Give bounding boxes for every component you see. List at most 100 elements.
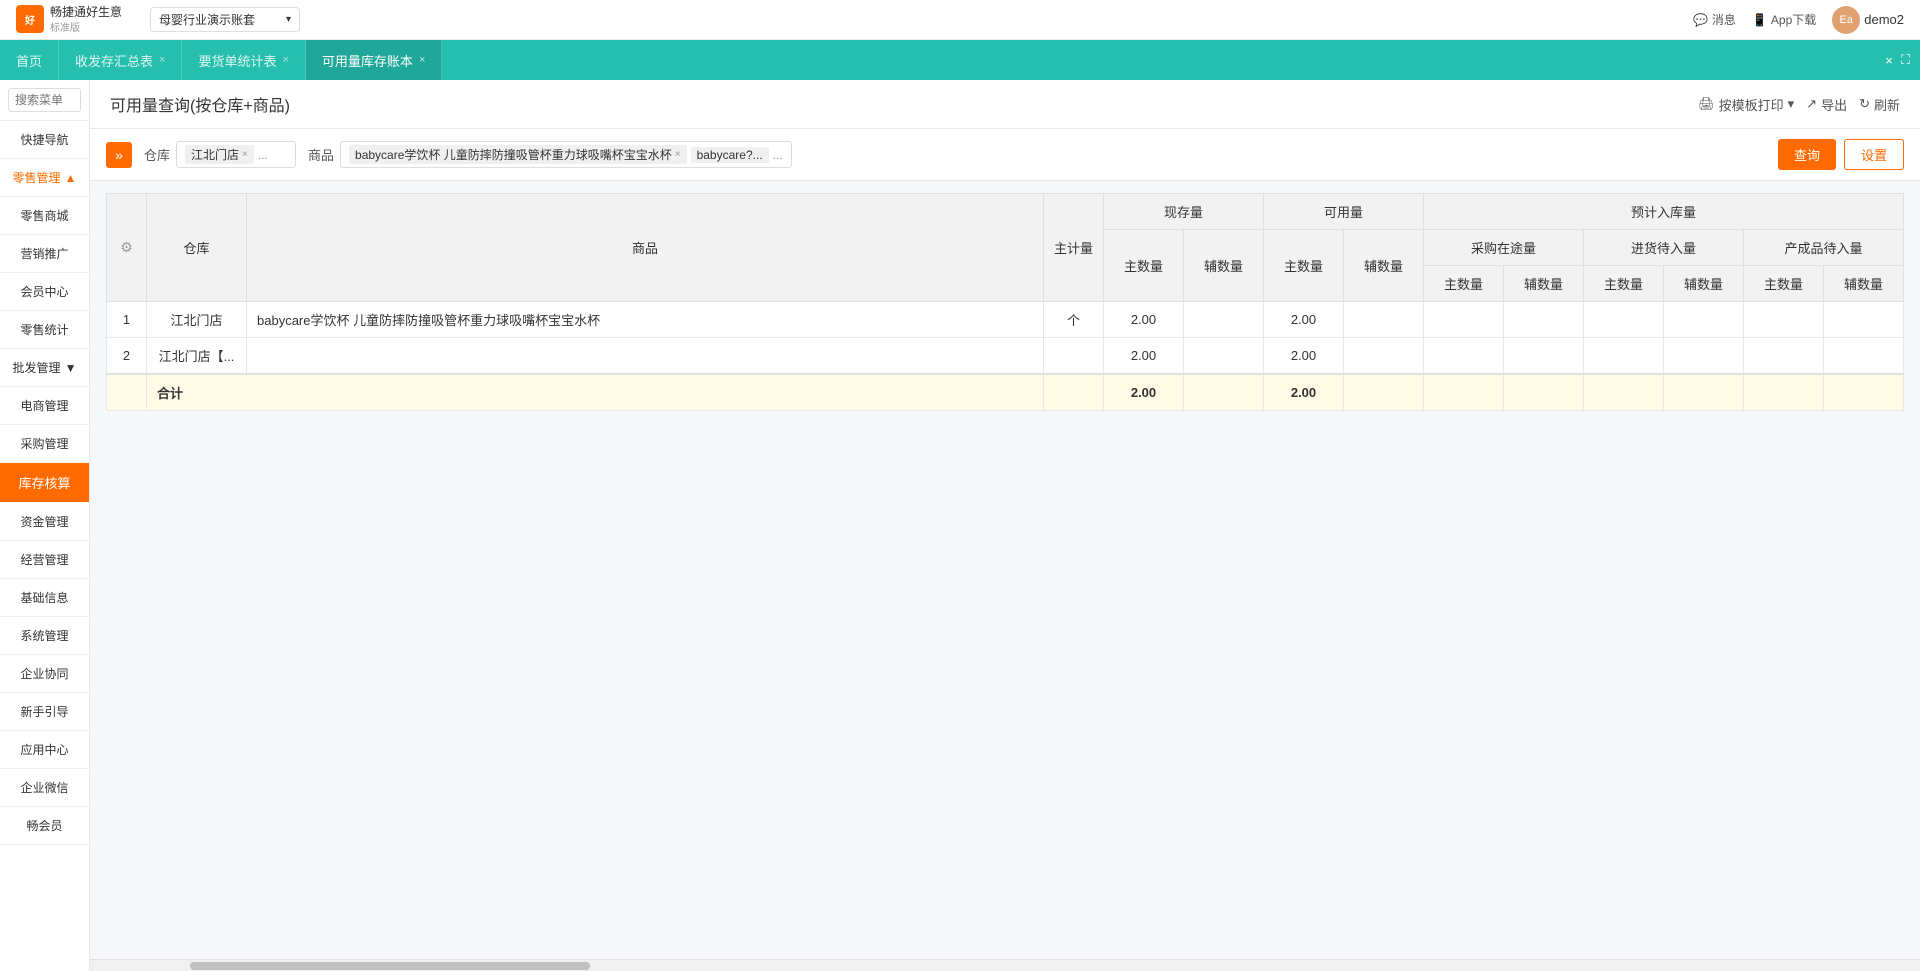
refresh-button[interactable]: ↻ 刷新 (1859, 95, 1900, 114)
chevron-down-icon: ▾ (1788, 96, 1795, 112)
footer-pur-transit-sub (1504, 374, 1584, 411)
sidebar-item-members-label: 会员中心 (20, 285, 68, 299)
cell-warehouse: 江北门店 (147, 302, 247, 338)
footer-avail-sub (1344, 374, 1424, 411)
sidebar-item-retail-mgmt[interactable]: 零售管理 ▲ (0, 159, 89, 197)
footer-empty-1 (107, 374, 147, 411)
cell-stock-main: 2.00 (1104, 302, 1184, 338)
org-selector[interactable]: 母婴行业演示账套 ▾ (150, 7, 300, 32)
th-fin-pending-sub: 辅数量 (1824, 266, 1904, 302)
sidebar-item-marketing[interactable]: 营销推广 (0, 235, 89, 273)
sidebar-item-newbie[interactable]: 新手引导 (0, 693, 89, 731)
sidebar-search-area (0, 80, 89, 121)
user-menu[interactable]: Ea demo2 (1832, 6, 1904, 34)
cell-product (247, 338, 1044, 375)
sidebar-item-wechat-work-label: 企业微信 (20, 781, 68, 795)
sidebar-item-system[interactable]: 系统管理 (0, 617, 89, 655)
warehouse-tag-input[interactable]: 江北门店 × ... (176, 141, 296, 168)
top-bar-right: 💬 消息 📱 App下载 Ea demo2 (1693, 6, 1904, 34)
th-pur-transit-main: 主数量 (1424, 266, 1504, 302)
sidebar-item-quick-nav[interactable]: 快捷导航 (0, 121, 89, 159)
sidebar-item-wechat-work[interactable]: 企业微信 (0, 769, 89, 807)
sidebar-item-ecommerce[interactable]: 电商管理 (0, 387, 89, 425)
sidebar-item-operations[interactable]: 经营管理 (0, 541, 89, 579)
horizontal-scrollbar[interactable] (90, 959, 1920, 971)
print-label: 按模板打印 (1719, 95, 1784, 114)
cell-avail-sub (1344, 338, 1424, 375)
export-label: 导出 (1821, 95, 1847, 114)
remove-product-tag-1-button[interactable]: × (675, 149, 681, 160)
sidebar-item-purchase[interactable]: 采购管理 (0, 425, 89, 463)
export-button[interactable]: ↗ 导出 (1806, 95, 1847, 114)
page-title: 可用量查询(按仓库+商品) (110, 92, 290, 116)
message-label: 消息 (1712, 11, 1736, 28)
th-product: 商品 (247, 194, 1044, 302)
print-button[interactable]: 🖨 按模板打印 ▾ (1698, 95, 1794, 114)
th-stock-main: 主数量 (1104, 230, 1184, 302)
sidebar-item-basic-info-label: 基础信息 (20, 591, 68, 605)
sidebar-item-enterprise-collab[interactable]: 企业协同 (0, 655, 89, 693)
tab-home[interactable]: 首页 (0, 40, 59, 80)
product-more-icon[interactable]: ... (773, 148, 783, 162)
sidebar-item-operations-label: 经营管理 (20, 553, 68, 567)
cell-pur-pending-main (1584, 338, 1664, 375)
footer-stock-sub (1184, 374, 1264, 411)
nav-tabs-end: × ⛶ (1875, 40, 1920, 80)
print-icon: 🖨 (1698, 96, 1715, 112)
avatar: Ea (1832, 6, 1860, 34)
avatar-text: Ea (1840, 14, 1853, 26)
th-planned-inbound: 预计入库量 (1424, 194, 1904, 230)
tab-close-icon[interactable]: × (282, 54, 288, 66)
tab-available-stock[interactable]: 可用量库存账本 × (306, 40, 442, 80)
settings-button[interactable]: 设置 (1844, 139, 1904, 170)
sidebar-item-wholesale-mgmt-label: 批发管理 (13, 359, 61, 376)
app-download-button[interactable]: 📱 App下载 (1752, 11, 1816, 28)
close-all-tabs-button[interactable]: × (1885, 53, 1893, 68)
footer-avail-main: 2.00 (1264, 374, 1344, 411)
settings-gear-icon[interactable]: ⚙ (120, 239, 133, 255)
sidebar-item-basic-info[interactable]: 基础信息 (0, 579, 89, 617)
app-download-label: App下载 (1771, 11, 1816, 28)
mobile-icon: 📱 (1752, 13, 1767, 27)
warehouse-more-icon[interactable]: ... (258, 148, 268, 162)
cell-avail-main: 2.00 (1264, 338, 1344, 375)
sidebar-item-purchase-label: 采购管理 (20, 437, 68, 451)
sidebar-item-wholesale-mgmt[interactable]: 批发管理 ▼ (0, 349, 89, 387)
product-tag-1: babycare学饮杯 儿童防摔防撞吸管杯重力球吸嘴杯宝宝水杯 × (349, 145, 687, 164)
sidebar-item-retail-stats[interactable]: 零售统计 (0, 311, 89, 349)
chevron-down-icon: ▼ (65, 361, 77, 375)
sidebar: 快捷导航 零售管理 ▲ 零售商城 营销推广 会员中心 零售统计 批发管理 ▼ 电… (0, 80, 90, 971)
logo-title: 畅捷通好生意 (50, 5, 122, 19)
tab-inventory-summary[interactable]: 收发存汇总表 × (59, 40, 182, 80)
sidebar-item-finance[interactable]: 资金管理 (0, 503, 89, 541)
sidebar-item-enterprise-collab-label: 企业协同 (20, 667, 68, 681)
table-row: 1 江北门店 babycare学饮杯 儿童防摔防撞吸管杯重力球吸嘴杯宝宝水杯 个… (107, 302, 1904, 338)
tab-close-icon[interactable]: × (159, 54, 165, 66)
th-current-stock: 现存量 (1104, 194, 1264, 230)
sidebar-item-inventory[interactable]: 库存核算 (0, 463, 89, 503)
sidebar-item-retail-mall-label: 零售商城 (20, 209, 68, 223)
expand-icon[interactable]: ⛶ (1901, 52, 1910, 68)
warehouse-filter: 仓库 江北门店 × ... (144, 141, 296, 168)
chevron-down-icon: ▾ (286, 14, 291, 25)
table-container: ⚙ 仓库 商品 主计量 现存量 可用量 预计入库量 主数量 辅数量 主数量 辅数… (90, 181, 1920, 959)
tab-close-icon[interactable]: × (419, 54, 425, 66)
org-name: 母婴行业演示账套 (159, 11, 255, 28)
product-tag-input[interactable]: babycare学饮杯 儿童防摔防撞吸管杯重力球吸嘴杯宝宝水杯 × babyca… (340, 141, 792, 168)
th-main-unit: 主计量 (1043, 194, 1103, 302)
filter-toggle-button[interactable]: » (106, 142, 132, 168)
cell-pur-transit-sub (1504, 302, 1584, 338)
sidebar-item-newbie-label: 新手引导 (20, 705, 68, 719)
page-actions: 🖨 按模板打印 ▾ ↗ 导出 ↻ 刷新 (1698, 95, 1900, 114)
message-button[interactable]: 💬 消息 (1693, 11, 1736, 28)
sidebar-item-app-center[interactable]: 应用中心 (0, 731, 89, 769)
query-button[interactable]: 查询 (1778, 139, 1836, 170)
sidebar-item-vip[interactable]: 畅会员 (0, 807, 89, 845)
sidebar-item-retail-mall[interactable]: 零售商城 (0, 197, 89, 235)
sidebar-item-members[interactable]: 会员中心 (0, 273, 89, 311)
cell-fin-pending-sub (1824, 302, 1904, 338)
scrollbar-thumb[interactable] (190, 962, 590, 970)
search-input[interactable] (8, 88, 81, 112)
tab-order-stats[interactable]: 要货单统计表 × (182, 40, 305, 80)
remove-warehouse-tag-button[interactable]: × (242, 149, 248, 160)
